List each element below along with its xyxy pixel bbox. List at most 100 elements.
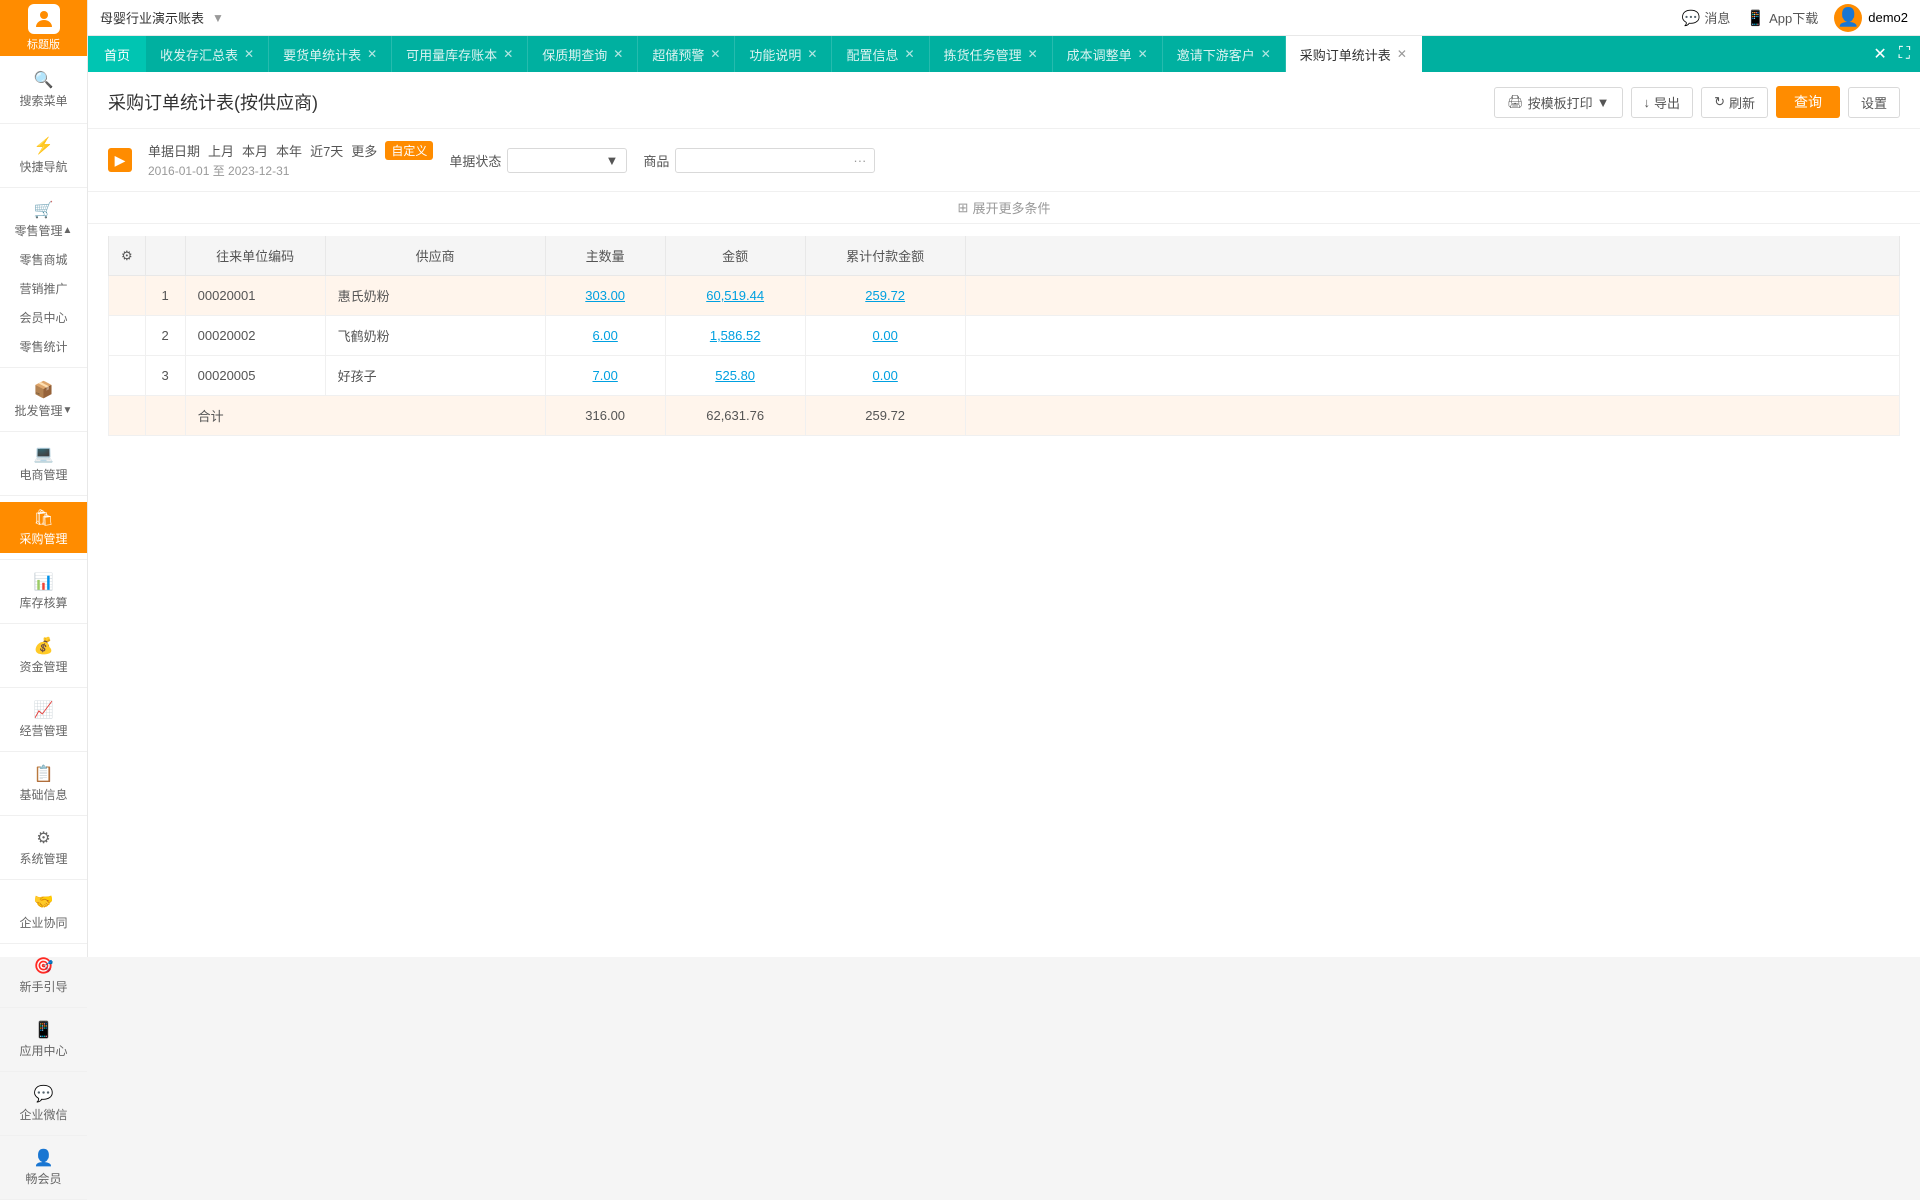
system-mgmt-button[interactable]: ⚙ 系统管理 bbox=[0, 822, 87, 873]
marketing-button[interactable]: 营销推广 bbox=[0, 274, 87, 303]
goods-input[interactable]: ··· bbox=[675, 148, 875, 173]
tab-maximize-button[interactable]: ⛶ bbox=[1897, 43, 1912, 65]
tab-home[interactable]: 首页 bbox=[88, 36, 146, 72]
row-settings-cell bbox=[109, 276, 146, 316]
sidebar-app-section: 📱 应用中心 bbox=[0, 1008, 87, 1072]
topbar-left: 母婴行业演示账表 ▼ bbox=[100, 8, 224, 27]
row-paid-3[interactable]: 0.00 bbox=[805, 356, 965, 396]
date-this-year[interactable]: 本年 bbox=[276, 141, 302, 160]
tab-close-icon[interactable]: ✕ bbox=[710, 47, 720, 61]
tab-order-stats-label: 要货单统计表 bbox=[283, 45, 361, 64]
table-header-row: ⚙ 往来单位编码 供应商 主数量 金额 累计付款金额 bbox=[109, 236, 1900, 276]
marketing-label: 营销推广 bbox=[19, 280, 67, 297]
tab-close-icon[interactable]: ✕ bbox=[244, 47, 254, 61]
column-header-amount: 金额 bbox=[665, 236, 805, 276]
goods-label: 商品 bbox=[643, 151, 669, 170]
tab-order-stats[interactable]: 要货单统计表 ✕ bbox=[269, 36, 392, 72]
user-profile-button[interactable]: 👤 demo2 bbox=[1834, 4, 1908, 32]
setting-button[interactable]: 设置 bbox=[1848, 87, 1900, 118]
column-header-settings[interactable]: ⚙ bbox=[109, 236, 146, 276]
tab-function-desc[interactable]: 功能说明 ✕ bbox=[735, 36, 832, 72]
finance-button[interactable]: 💰 资金管理 bbox=[0, 630, 87, 681]
tab-overstock-warning[interactable]: 超储预警 ✕ bbox=[638, 36, 735, 72]
query-button[interactable]: 查询 bbox=[1776, 86, 1840, 118]
tab-close-icon[interactable]: ✕ bbox=[1397, 47, 1407, 61]
tab-close-icon[interactable]: ✕ bbox=[503, 47, 513, 61]
refresh-button[interactable]: ↻ 刷新 bbox=[1701, 87, 1768, 118]
vip-member-button[interactable]: 👤 畅会员 bbox=[0, 1142, 87, 1193]
member-center-button[interactable]: 会员中心 bbox=[0, 303, 87, 332]
sidebar-operation-section: 📈 经营管理 bbox=[0, 688, 87, 752]
tab-close-icon[interactable]: ✕ bbox=[367, 47, 377, 61]
retail-stats-button[interactable]: 零售统计 bbox=[0, 332, 87, 361]
setting-label: 设置 bbox=[1861, 96, 1887, 111]
export-button[interactable]: ↓ 导出 bbox=[1631, 87, 1694, 118]
tab-cost-adjust[interactable]: 成本调整单 ✕ bbox=[1053, 36, 1163, 72]
message-icon: 💬 bbox=[1682, 9, 1701, 27]
retail-mgmt-button[interactable]: 🛒 零售管理 ▲ bbox=[0, 194, 87, 245]
tab-close-all-button[interactable]: ✕ bbox=[1871, 42, 1888, 66]
tab-close-icon[interactable]: ✕ bbox=[1261, 47, 1271, 61]
operation-button[interactable]: 📈 经营管理 bbox=[0, 694, 87, 745]
enterprise-wechat-button[interactable]: 💬 企业微信 bbox=[0, 1078, 87, 1129]
company-dropdown-icon[interactable]: ▼ bbox=[212, 11, 224, 25]
column-header-qty: 主数量 bbox=[545, 236, 665, 276]
basic-info-button[interactable]: 📋 基础信息 bbox=[0, 758, 87, 809]
app-download-button[interactable]: 📱 App下载 bbox=[1746, 8, 1818, 27]
row-amount-1[interactable]: 60,519.44 bbox=[665, 276, 805, 316]
date-custom-badge[interactable]: 自定义 bbox=[385, 141, 433, 160]
print-button[interactable]: 🖨 按模板打印 ▼ bbox=[1494, 87, 1622, 118]
row-qty-2[interactable]: 6.00 bbox=[545, 316, 665, 356]
tab-config-info[interactable]: 配置信息 ✕ bbox=[832, 36, 929, 72]
tab-available-stock[interactable]: 可用量库存账本 ✕ bbox=[392, 36, 528, 72]
wholesale-button[interactable]: 📦 批发管理 ▼ bbox=[0, 374, 87, 425]
trending-icon: 📈 bbox=[34, 700, 54, 720]
tab-purchase-stats[interactable]: 采购订单统计表 ✕ bbox=[1286, 36, 1422, 72]
app-center-button[interactable]: 📱 应用中心 bbox=[0, 1014, 87, 1065]
row-amount-3[interactable]: 525.80 bbox=[665, 356, 805, 396]
date-this-month[interactable]: 本月 bbox=[242, 141, 268, 160]
ecommerce-button[interactable]: 💻 电商管理 bbox=[0, 438, 87, 489]
tab-close-icon[interactable]: ✕ bbox=[807, 47, 817, 61]
inventory-button[interactable]: 📊 库存核算 bbox=[0, 566, 87, 617]
tab-close-icon[interactable]: ✕ bbox=[613, 47, 623, 61]
row-paid-1[interactable]: 259.72 bbox=[805, 276, 965, 316]
date-more[interactable]: 更多 bbox=[351, 141, 377, 160]
sidebar-wholesale-section: 📦 批发管理 ▼ bbox=[0, 368, 87, 432]
row-qty-1[interactable]: 303.00 bbox=[545, 276, 665, 316]
guide-label: 新手引导 bbox=[19, 978, 67, 995]
filter-toggle-button[interactable]: ▶ bbox=[108, 148, 132, 172]
user-avatar: 👤 bbox=[1834, 4, 1862, 32]
date-last-month[interactable]: 上月 bbox=[208, 141, 234, 160]
row-paid-2[interactable]: 0.00 bbox=[805, 316, 965, 356]
expand-more-button[interactable]: ⊞ 展开更多条件 bbox=[958, 198, 1051, 217]
tab-close-icon[interactable]: ✕ bbox=[905, 47, 915, 61]
app-center-label: 应用中心 bbox=[19, 1042, 67, 1059]
tab-receive-summary[interactable]: 收发存汇总表 ✕ bbox=[146, 36, 269, 72]
message-button[interactable]: 💬 消息 bbox=[1682, 8, 1731, 27]
column-header-paid: 累计付款金额 bbox=[805, 236, 965, 276]
row-qty-3[interactable]: 7.00 bbox=[545, 356, 665, 396]
quick-nav-button[interactable]: ⚡ 快捷导航 bbox=[0, 130, 87, 181]
enterprise-collab-button[interactable]: 🤝 企业协同 bbox=[0, 886, 87, 937]
tab-invite-downstream[interactable]: 邀请下游客户 ✕ bbox=[1163, 36, 1286, 72]
topbar: 母婴行业演示账表 ▼ 💬 消息 📱 App下载 👤 demo2 bbox=[88, 0, 1920, 36]
row-amount-2[interactable]: 1,586.52 bbox=[665, 316, 805, 356]
cart-icon: 🛒 bbox=[34, 200, 54, 220]
tab-close-icon[interactable]: ✕ bbox=[1028, 47, 1038, 61]
tab-bar: 首页 收发存汇总表 ✕ 要货单统计表 ✕ 可用量库存账本 ✕ 保质期查询 ✕ 超… bbox=[88, 36, 1920, 72]
sidebar-guide-section: 🎯 新手引导 bbox=[0, 944, 87, 1008]
status-select[interactable]: ▼ bbox=[507, 148, 627, 173]
tab-pick-task[interactable]: 拣货任务管理 ✕ bbox=[930, 36, 1053, 72]
retail-store-button[interactable]: 零售商城 bbox=[0, 245, 87, 274]
search-menu-button[interactable]: 🔍 搜索菜单 bbox=[6, 64, 81, 115]
guide-button[interactable]: 🎯 新手引导 bbox=[0, 950, 87, 1001]
sidebar-inventory-section: 📊 库存核算 bbox=[0, 560, 87, 624]
date-last-7days[interactable]: 近7天 bbox=[310, 141, 343, 160]
retail-store-label: 零售商城 bbox=[19, 251, 67, 268]
tab-overstock-warning-label: 超储预警 bbox=[652, 45, 704, 64]
row-supplier-2: 飞鹤奶粉 bbox=[325, 316, 545, 356]
purchase-mgmt-button[interactable]: 🛍 采购管理 bbox=[0, 502, 87, 553]
tab-close-icon[interactable]: ✕ bbox=[1138, 47, 1148, 61]
tab-expiry-query[interactable]: 保质期查询 ✕ bbox=[528, 36, 638, 72]
